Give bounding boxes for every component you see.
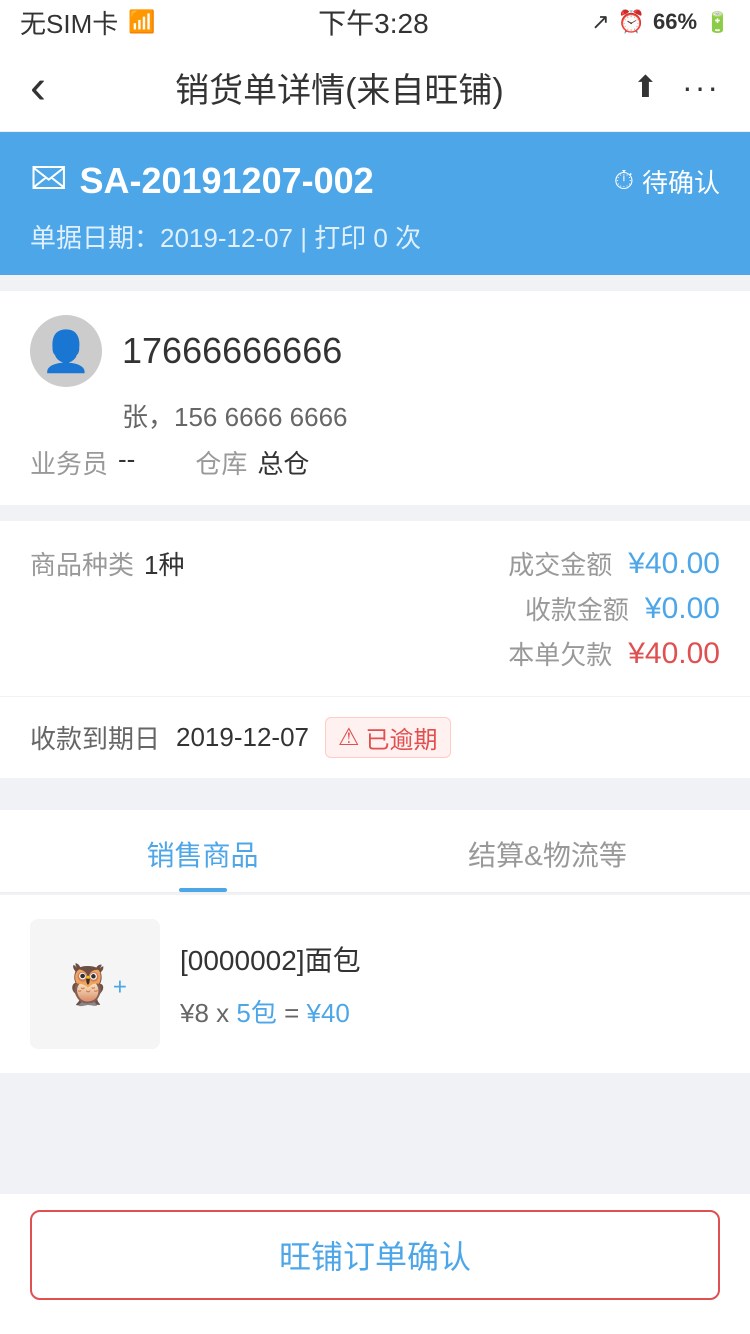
page-title: 销货单详情(来自旺铺) (175, 63, 504, 112)
status-right: ↗ ⏰ 66% 🔋 (591, 9, 730, 35)
amount-row-1: 收款金额 ¥0.00 (525, 590, 720, 627)
due-label: 收款到期日 (30, 719, 160, 756)
overdue-label: 已逾期 (366, 720, 438, 755)
price-qty: 5包 (236, 998, 276, 1028)
tab-settlement[interactable]: 结算&物流等 (375, 810, 720, 892)
due-date-section: 收款到期日 2019-12-07 ⚠ 已逾期 (0, 696, 750, 778)
battery-label: 66% (653, 9, 697, 35)
warehouse-value: 总仓 (257, 444, 309, 481)
product-types: 商品种类 1种 (30, 545, 184, 582)
product-item: 🦉+ [0000002]面包 ¥8 x 5包 = ¥40 (0, 895, 750, 1073)
amounts-block: 成交金额 ¥40.00 收款金额 ¥0.00 本单欠款 ¥40.00 (508, 545, 720, 672)
overdue-badge: ⚠ 已逾期 (325, 717, 451, 758)
order-header: 🖂 SA-20191207-002 ⏱ 待确认 单据日期：2019-12-07 … (0, 132, 750, 275)
product-price: ¥8 x 5包 = ¥40 (180, 993, 720, 1030)
customer-phone[interactable]: 17666666666 (122, 330, 342, 372)
salesperson-label: 业务员 (30, 444, 108, 481)
divider-2 (0, 778, 750, 794)
alarm-icon: ⏰ (618, 9, 645, 35)
amount-label-0: 成交金额 (508, 545, 612, 582)
price-equals: = (277, 998, 307, 1028)
price-total: ¥40 (306, 998, 349, 1028)
warehouse-label: 仓库 (195, 444, 247, 481)
order-date: 单据日期：2019-12-07 | 打印 0 次 (30, 218, 720, 255)
summary-row: 商品种类 1种 成交金额 ¥40.00 收款金额 ¥0.00 本单欠款 ¥40.… (30, 545, 720, 672)
share-icon[interactable]: ⬆ (633, 70, 658, 105)
amount-value-2: ¥40.00 (628, 637, 720, 671)
back-button[interactable] (30, 60, 46, 115)
salesperson-value: -- (118, 444, 135, 481)
warn-icon: ⚠ (338, 723, 360, 752)
product-types-value: 1种 (144, 545, 184, 582)
status-left: 无SIM卡 📶 (20, 4, 156, 41)
amount-value-0: ¥40.00 (628, 547, 720, 581)
truck-icon: 🖂 (30, 154, 67, 208)
customer-section: 👤 17666666666 张，156 6666 6666 业务员 -- 仓库 … (0, 291, 750, 505)
warehouse-item: 仓库 总仓 (195, 444, 309, 481)
status-bar: 无SIM卡 📶 下午3:28 ↗ ⏰ 66% 🔋 (0, 0, 750, 44)
order-header-top: 🖂 SA-20191207-002 ⏱ 待确认 (30, 154, 720, 208)
product-types-label: 商品种类 (30, 545, 134, 582)
amount-label-2: 本单欠款 (508, 635, 612, 672)
location-icon: ↗ (591, 9, 609, 35)
salesperson-item: 业务员 -- (30, 444, 135, 481)
carrier-label: 无SIM卡 (20, 4, 118, 41)
more-icon[interactable]: ··· (682, 69, 720, 106)
customer-row: 👤 17666666666 (30, 315, 720, 387)
status-label: 待确认 (642, 163, 720, 200)
avatar: 👤 (30, 315, 102, 387)
nav-actions: ⬆ ··· (633, 69, 720, 106)
bottom-bar: 旺铺订单确认 (0, 1194, 750, 1334)
order-id: 🖂 SA-20191207-002 (30, 154, 374, 208)
customer-name: 张，156 6666 6666 (122, 397, 720, 434)
confirm-button[interactable]: 旺铺订单确认 (30, 1210, 720, 1300)
product-info: [0000002]面包 ¥8 x 5包 = ¥40 (180, 919, 720, 1049)
nav-bar: 销货单详情(来自旺铺) ⬆ ··· (0, 44, 750, 132)
order-status: ⏱ 待确认 (614, 163, 720, 200)
wifi-icon: 📶 (128, 9, 155, 35)
divider-1 (0, 505, 750, 521)
battery-icon: 🔋 (705, 10, 730, 35)
amount-label-1: 收款金额 (525, 590, 629, 627)
due-date-value: 2019-12-07 (176, 722, 309, 753)
customer-meta: 业务员 -- 仓库 总仓 (30, 444, 720, 481)
amount-row-2: 本单欠款 ¥40.00 (508, 635, 720, 672)
product-name: [0000002]面包 (180, 939, 720, 979)
tabs-section: 销售商品 结算&物流等 (0, 810, 750, 893)
product-thumbnail: 🦉+ (30, 919, 160, 1049)
tab-sales-product[interactable]: 销售商品 (30, 810, 375, 892)
product-thumb-icon: 🦉+ (63, 961, 127, 1008)
avatar-icon: 👤 (41, 328, 91, 375)
amount-row-0: 成交金额 ¥40.00 (508, 545, 720, 582)
status-time: 下午3:28 (318, 2, 429, 42)
clock-icon: ⏱ (614, 165, 634, 197)
amount-value-1: ¥0.00 (645, 592, 720, 626)
summary-section: 商品种类 1种 成交金额 ¥40.00 收款金额 ¥0.00 本单欠款 ¥40.… (0, 521, 750, 696)
price-text: ¥8 x (180, 998, 236, 1028)
